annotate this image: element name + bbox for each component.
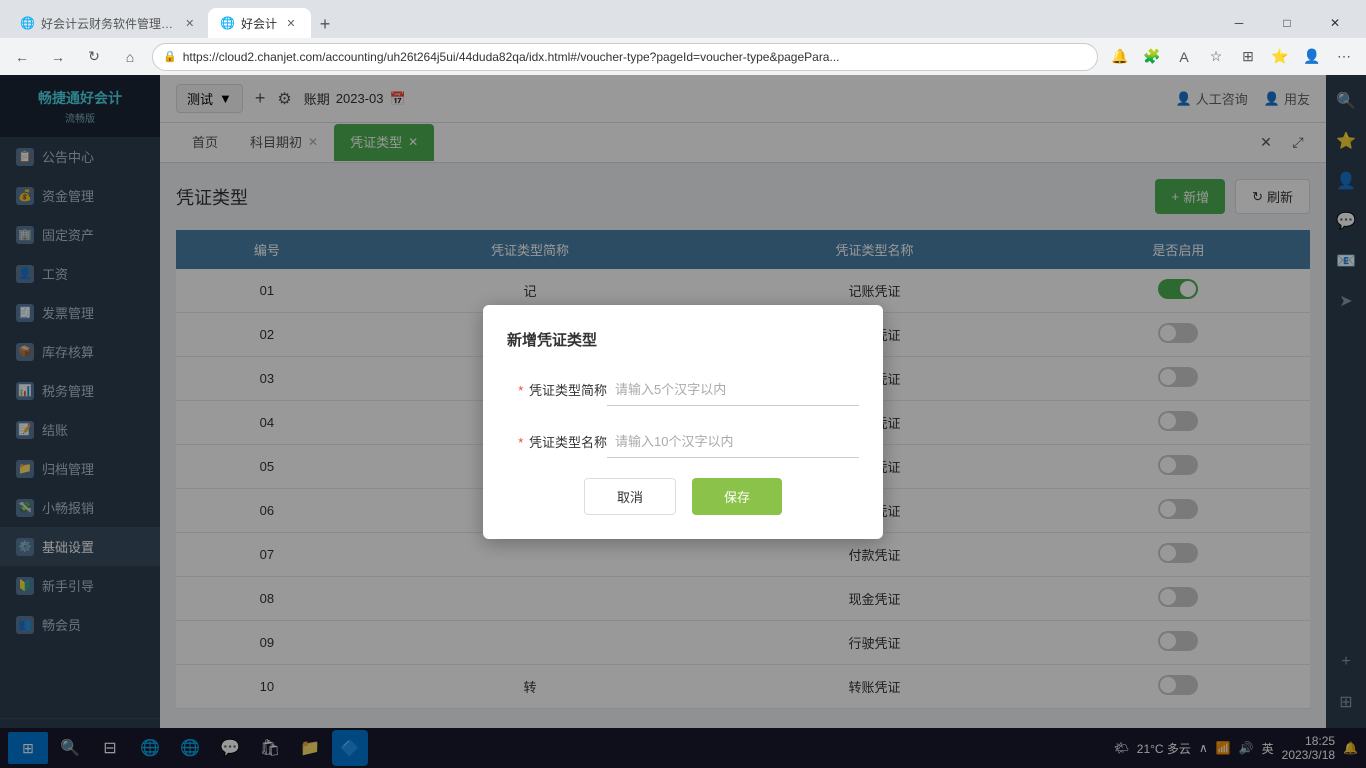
modal-overlay: 新增凭证类型 * 凭证类型简称 * 凭证类型名称 取消 保存: [0, 75, 1366, 768]
browser-tab-1[interactable]: 🌐 好会计云财务软件管理系统_会计 ✕: [8, 8, 208, 38]
extensions-icon[interactable]: 🧩: [1138, 43, 1166, 71]
modal-title: 新增凭证类型: [507, 329, 859, 350]
url-text: https://cloud2.chanjet.com/accounting/uh…: [183, 50, 1087, 64]
short-label: * 凭证类型简称: [507, 380, 607, 399]
forward-button[interactable]: →: [44, 43, 72, 71]
address-bar[interactable]: 🔒 https://cloud2.chanjet.com/accounting/…: [152, 43, 1098, 71]
lock-icon: 🔒: [163, 50, 177, 63]
restore-button[interactable]: □: [1264, 8, 1310, 38]
name-label-text: 凭证类型名称: [529, 435, 607, 450]
tab1-title: 好会计云财务软件管理系统_会计: [41, 15, 178, 32]
tab2-favicon: 🌐: [220, 16, 235, 30]
bookmark-icon[interactable]: ⭐: [1266, 43, 1294, 71]
split-icon[interactable]: ⊞: [1234, 43, 1262, 71]
short-input[interactable]: [607, 374, 859, 406]
translate-icon[interactable]: A: [1170, 43, 1198, 71]
name-label: * 凭证类型名称: [507, 432, 607, 451]
profile-icon[interactable]: 👤: [1298, 43, 1326, 71]
close-button[interactable]: ✕: [1312, 8, 1358, 38]
name-required-mark: *: [518, 435, 523, 450]
short-required-mark: *: [518, 383, 523, 398]
notifications-icon[interactable]: 🔔: [1106, 43, 1134, 71]
minimize-button[interactable]: ─: [1216, 8, 1262, 38]
modal-dialog: 新增凭证类型 * 凭证类型简称 * 凭证类型名称 取消 保存: [483, 305, 883, 539]
short-label-text: 凭证类型简称: [529, 383, 607, 398]
back-button[interactable]: ←: [8, 43, 36, 71]
tab1-close[interactable]: ✕: [184, 15, 197, 31]
tab2-close[interactable]: ✕: [283, 15, 299, 31]
cancel-button[interactable]: 取消: [584, 478, 676, 515]
form-name-row: * 凭证类型名称: [507, 426, 859, 458]
name-input[interactable]: [607, 426, 859, 458]
save-button[interactable]: 保存: [692, 478, 782, 515]
refresh-button[interactable]: ↻: [80, 43, 108, 71]
modal-footer: 取消 保存: [507, 478, 859, 515]
favorites-icon[interactable]: ☆: [1202, 43, 1230, 71]
menu-icon[interactable]: ⋯: [1330, 43, 1358, 71]
browser-tab-2[interactable]: 🌐 好会计 ✕: [208, 8, 311, 38]
tab2-title: 好会计: [241, 15, 277, 32]
tab1-favicon: 🌐: [20, 16, 35, 30]
home-button[interactable]: ⌂: [116, 43, 144, 71]
new-tab-button[interactable]: +: [311, 10, 339, 38]
form-short-row: * 凭证类型简称: [507, 374, 859, 406]
